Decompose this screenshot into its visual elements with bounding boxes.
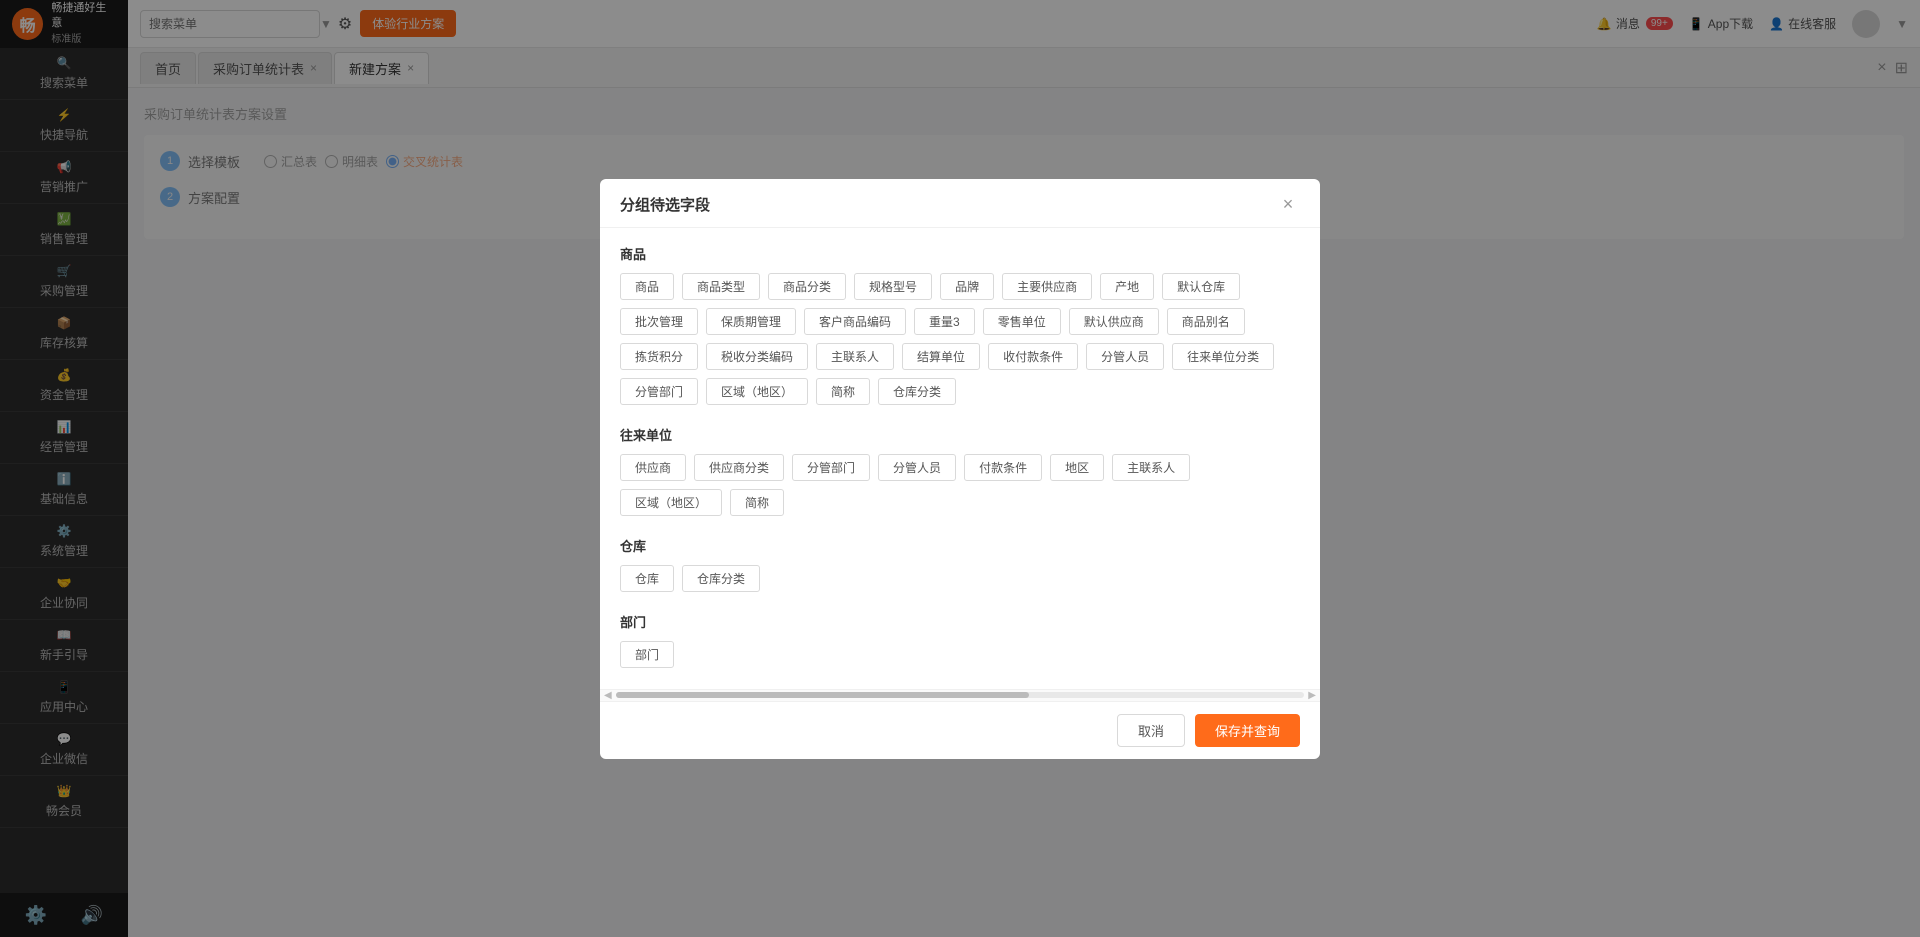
field-tag[interactable]: 商品类型 [682,273,760,300]
field-tag[interactable]: 分管人员 [878,454,956,481]
field-tag[interactable]: 规格型号 [854,273,932,300]
section-product-title: 商品 [620,244,1300,263]
field-tag[interactable]: 供应商 [620,454,686,481]
field-tag[interactable]: 批次管理 [620,308,698,335]
field-tag[interactable]: 产地 [1100,273,1154,300]
field-tag[interactable]: 分管人员 [1086,343,1164,370]
field-tag[interactable]: 结算单位 [902,343,980,370]
field-tag[interactable]: 税收分类编码 [706,343,808,370]
field-tag[interactable]: 部门 [620,641,674,668]
warehouse-field-tags: 仓库 仓库分类 [620,565,1300,592]
field-tag[interactable]: 简称 [816,378,870,405]
scrollbar-thumb [616,692,1029,698]
section-partner-title: 往来单位 [620,425,1300,444]
field-tag[interactable]: 仓库分类 [682,565,760,592]
section-partner: 往来单位 供应商 供应商分类 分管部门 分管人员 付款条件 地区 主联系人 区域… [620,425,1300,516]
modal-horizontal-scrollbar[interactable]: ◀ ▶ [600,689,1320,701]
modal-footer: 取消 保存并查询 [600,701,1320,759]
field-tag[interactable]: 商品别名 [1167,308,1245,335]
field-tag[interactable]: 区域（地区） [620,489,722,516]
field-tag[interactable]: 仓库分类 [878,378,956,405]
field-tag[interactable]: 默认供应商 [1069,308,1159,335]
section-department: 部门 部门 [620,612,1300,668]
field-tag[interactable]: 主联系人 [1112,454,1190,481]
field-tag[interactable]: 重量3 [914,308,975,335]
field-tag[interactable]: 收付款条件 [988,343,1078,370]
field-tag[interactable]: 商品分类 [768,273,846,300]
department-field-tags: 部门 [620,641,1300,668]
partner-field-tags: 供应商 供应商分类 分管部门 分管人员 付款条件 地区 主联系人 区域（地区） … [620,454,1300,516]
modal-header: 分组待选字段 × [600,179,1320,228]
modal-close-button[interactable]: × [1276,193,1300,217]
field-tag[interactable]: 简称 [730,489,784,516]
field-tag[interactable]: 付款条件 [964,454,1042,481]
field-tag[interactable]: 商品 [620,273,674,300]
modal-group-fields: 分组待选字段 × 商品 商品 商品类型 商品分类 规格型号 品牌 主要供应商 产… [600,179,1320,759]
product-field-tags: 商品 商品类型 商品分类 规格型号 品牌 主要供应商 产地 默认仓库 批次管理 … [620,273,1300,405]
field-tag[interactable]: 仓库 [620,565,674,592]
field-tag[interactable]: 区域（地区） [706,378,808,405]
field-tag[interactable]: 客户商品编码 [804,308,906,335]
modal-title: 分组待选字段 [620,194,710,215]
field-tag[interactable]: 主联系人 [816,343,894,370]
section-warehouse-title: 仓库 [620,536,1300,555]
save-query-button[interactable]: 保存并查询 [1195,714,1300,747]
section-product: 商品 商品 商品类型 商品分类 规格型号 品牌 主要供应商 产地 默认仓库 批次… [620,244,1300,405]
field-tag[interactable]: 保质期管理 [706,308,796,335]
field-tag[interactable]: 拣货积分 [620,343,698,370]
field-tag[interactable]: 地区 [1050,454,1104,481]
section-department-title: 部门 [620,612,1300,631]
field-tag[interactable]: 分管部门 [620,378,698,405]
section-warehouse: 仓库 仓库 仓库分类 [620,536,1300,592]
field-tag[interactable]: 供应商分类 [694,454,784,481]
cancel-button[interactable]: 取消 [1117,714,1185,747]
modal-body[interactable]: 商品 商品 商品类型 商品分类 规格型号 品牌 主要供应商 产地 默认仓库 批次… [600,228,1320,689]
field-tag[interactable]: 往来单位分类 [1172,343,1274,370]
field-tag[interactable]: 零售单位 [983,308,1061,335]
field-tag[interactable]: 品牌 [940,273,994,300]
modal-overlay: 分组待选字段 × 商品 商品 商品类型 商品分类 规格型号 品牌 主要供应商 产… [0,0,1920,937]
field-tag[interactable]: 主要供应商 [1002,273,1092,300]
scrollbar-track [616,692,1305,698]
field-tag[interactable]: 默认仓库 [1162,273,1240,300]
field-tag[interactable]: 分管部门 [792,454,870,481]
